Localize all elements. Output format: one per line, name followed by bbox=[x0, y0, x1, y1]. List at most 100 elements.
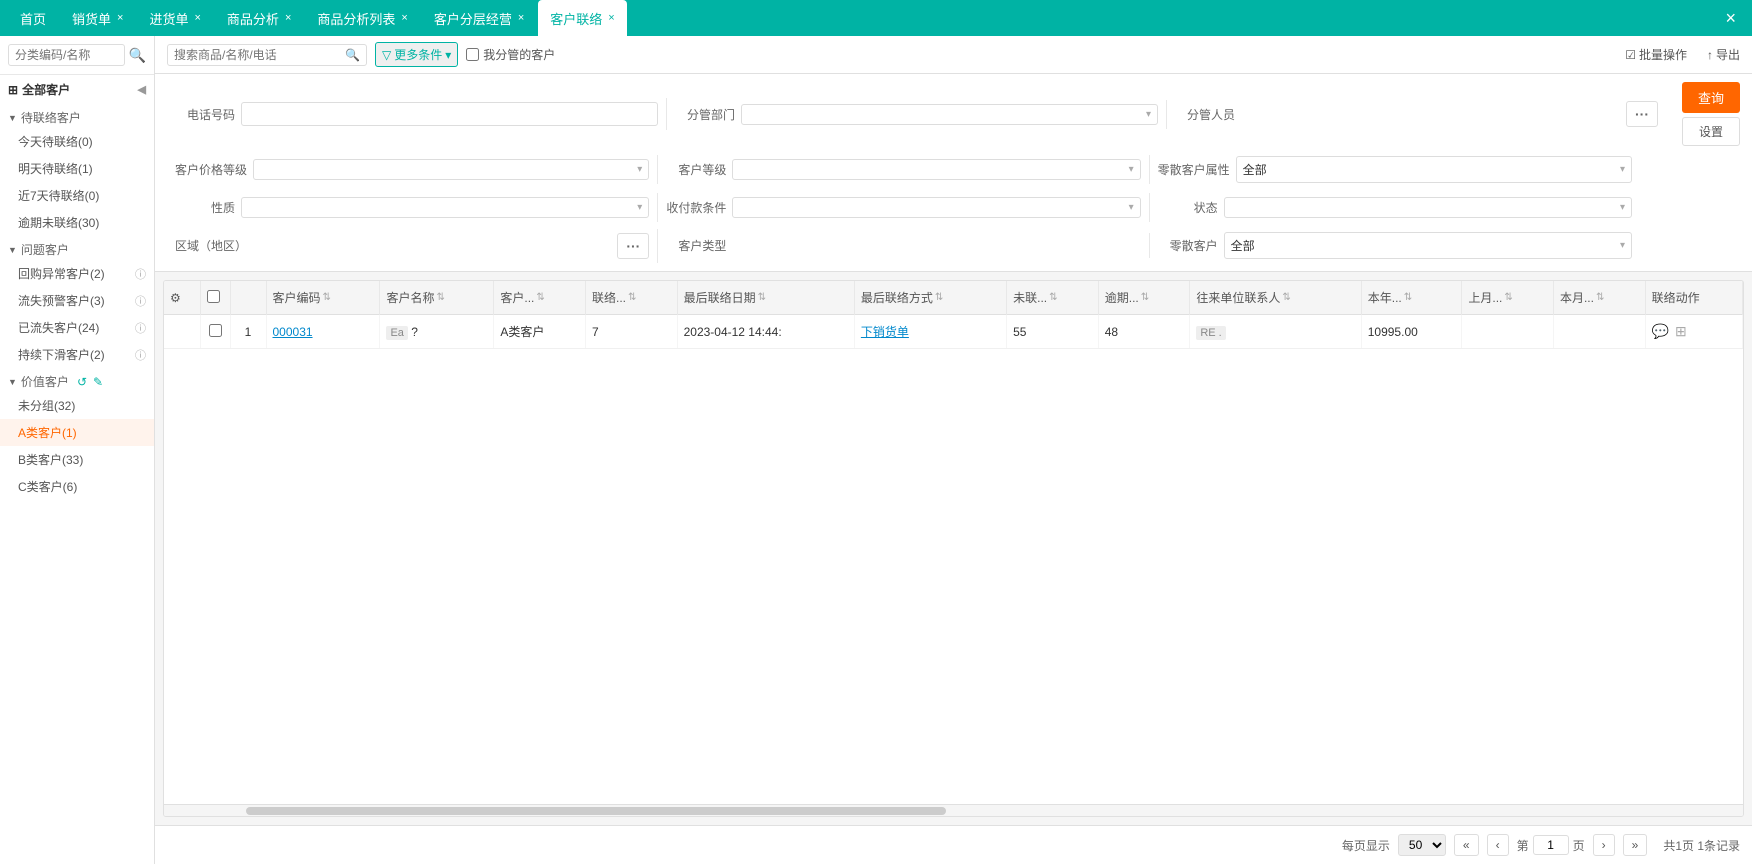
sidebar-group-pending[interactable]: ▼ 待联络客户 bbox=[0, 104, 154, 128]
customer-code-link[interactable]: 000031 bbox=[273, 325, 313, 339]
sidebar-group-problem[interactable]: ▼ 问题客户 bbox=[0, 236, 154, 260]
nav-tab-sales[interactable]: 销货单 × bbox=[60, 0, 135, 36]
my-customers-checkbox-label[interactable]: 我分管的客户 bbox=[466, 46, 555, 63]
more-action-icon[interactable]: ⊞ bbox=[1675, 323, 1687, 340]
close-all-tabs-button[interactable]: × bbox=[1717, 8, 1744, 29]
filter-search-input[interactable] bbox=[174, 48, 341, 62]
filter-sparse-attr-select[interactable]: 全部 bbox=[1236, 156, 1632, 183]
data-table-container: ⚙ 客户编码 ⇅ bbox=[163, 280, 1744, 817]
sidebar-item-ungrouped[interactable]: 未分组(32) bbox=[0, 392, 154, 419]
page-number-input[interactable] bbox=[1533, 835, 1569, 855]
sidebar-item-a-class[interactable]: A类客户(1) bbox=[0, 419, 154, 446]
close-contact-icon[interactable]: × bbox=[608, 12, 614, 24]
sidebar-item-churned[interactable]: 已流失客户(24)ⓘ bbox=[0, 314, 154, 341]
col-grade[interactable]: 客户... ⇅ bbox=[494, 281, 586, 315]
row-code-cell[interactable]: 000031 bbox=[266, 315, 380, 349]
filter-sparse-cust-select[interactable]: 全部 bbox=[1224, 232, 1632, 259]
close-segment-icon[interactable]: × bbox=[518, 12, 524, 24]
filter-phone-input[interactable] bbox=[241, 102, 658, 126]
prev-page-button[interactable]: ‹ bbox=[1487, 834, 1509, 856]
filter-nature-select[interactable] bbox=[241, 197, 649, 218]
page-size-select[interactable]: 50 bbox=[1398, 834, 1446, 856]
filter-cust-type-label: 客户类型 bbox=[666, 237, 726, 254]
row-overdue-cell: 48 bbox=[1098, 315, 1190, 349]
query-button[interactable]: 查询 bbox=[1682, 82, 1740, 113]
col-no-contact[interactable]: 未联... ⇅ bbox=[1007, 281, 1099, 315]
col-overdue[interactable]: 逾期... ⇅ bbox=[1098, 281, 1190, 315]
col-gear[interactable]: ⚙ bbox=[164, 281, 200, 315]
row-contact-cell: 7 bbox=[585, 315, 677, 349]
filter-search-box[interactable]: 🔍 bbox=[167, 44, 367, 66]
nav-tab-customer-segment[interactable]: 客户分层经营 × bbox=[422, 0, 536, 36]
col-this-year[interactable]: 本年... ⇅ bbox=[1361, 281, 1462, 315]
close-sales-icon[interactable]: × bbox=[117, 12, 123, 24]
nav-tab-purchase[interactable]: 进货单 × bbox=[137, 0, 212, 36]
sidebar-all-customers[interactable]: ⊞ 全部客户 ◀ bbox=[0, 75, 154, 104]
sidebar-collapse-icon[interactable]: ◀ bbox=[138, 83, 146, 96]
filter-region-dots-button[interactable]: ··· bbox=[617, 233, 649, 259]
edit-group-icon[interactable]: ✎ bbox=[93, 375, 103, 389]
sidebar-search-input[interactable] bbox=[8, 44, 125, 66]
adv-filter-row-3: 性质 收付款条件 状态 bbox=[167, 193, 1740, 222]
col-contact2[interactable]: 往来单位联系人 ⇅ bbox=[1190, 281, 1361, 315]
sidebar-item-c-class[interactable]: C类客户(6) bbox=[0, 473, 154, 500]
col-name[interactable]: 客户名称 ⇅ bbox=[380, 281, 494, 315]
sidebar-item-tomorrow[interactable]: 明天待联络(1) bbox=[0, 155, 154, 182]
more-filters-button[interactable]: ▽ 更多条件 ▾ bbox=[375, 42, 458, 67]
filter-dept-select[interactable] bbox=[741, 104, 1158, 125]
filter-price-grade-select[interactable] bbox=[253, 159, 649, 180]
export-button[interactable]: ↑ 导出 bbox=[1707, 46, 1740, 63]
first-page-button[interactable]: « bbox=[1454, 834, 1479, 856]
close-analysis-list-icon[interactable]: × bbox=[401, 12, 407, 24]
action-icons-group: 💬 ⊞ bbox=[1652, 323, 1736, 340]
sidebar-item-7days[interactable]: 近7天待联络(0) bbox=[0, 182, 154, 209]
row-check-cell[interactable] bbox=[200, 315, 230, 349]
filter-cust-grade-select[interactable] bbox=[732, 159, 1140, 180]
gear-icon[interactable]: ⚙ bbox=[170, 291, 181, 305]
sidebar-item-repurchase-abnormal[interactable]: 回购异常客户(2)ⓘ bbox=[0, 260, 154, 287]
col-contact[interactable]: 联络... ⇅ bbox=[585, 281, 677, 315]
col-code[interactable]: 客户编码 ⇅ bbox=[266, 281, 380, 315]
close-analysis-icon[interactable]: × bbox=[285, 12, 291, 24]
add-group-icon[interactable]: ↺ bbox=[77, 375, 87, 389]
sidebar-item-declining[interactable]: 持续下滑客户(2)ⓘ bbox=[0, 341, 154, 368]
col-last-way[interactable]: 最后联络方式 ⇅ bbox=[854, 281, 1006, 315]
select-all-checkbox[interactable] bbox=[207, 290, 220, 303]
filter-sparse-attr-arrow bbox=[1620, 164, 1625, 175]
row-last-way-cell[interactable]: 下销货单 bbox=[854, 315, 1006, 349]
sidebar-item-today[interactable]: 今天待联络(0) bbox=[0, 128, 154, 155]
sidebar-search-icon[interactable]: 🔍 bbox=[129, 47, 146, 64]
sidebar-item-b-class[interactable]: B类客户(33) bbox=[0, 446, 154, 473]
setting-button[interactable]: 设置 bbox=[1682, 117, 1740, 146]
col-last-date[interactable]: 最后联络日期 ⇅ bbox=[677, 281, 854, 315]
nav-tab-home[interactable]: 首页 bbox=[8, 0, 58, 36]
col-check[interactable] bbox=[200, 281, 230, 315]
nav-tab-customer-contact[interactable]: 客户联络 × bbox=[538, 0, 626, 36]
filter-status-label: 状态 bbox=[1158, 199, 1218, 216]
col-this-month[interactable]: 本月... ⇅ bbox=[1553, 281, 1645, 315]
tri-icon-problem: ▼ bbox=[8, 245, 17, 255]
filter-status-select[interactable] bbox=[1224, 197, 1632, 218]
last-way-link[interactable]: 下销货单 bbox=[861, 325, 909, 339]
nav-tab-analysis-list[interactable]: 商品分析列表 × bbox=[305, 0, 419, 36]
all-customers-label: 全部客户 bbox=[22, 81, 70, 98]
my-customers-checkbox[interactable] bbox=[466, 48, 479, 61]
next-page-button[interactable]: › bbox=[1593, 834, 1615, 856]
close-purchase-icon[interactable]: × bbox=[194, 12, 200, 24]
sidebar-item-churn-warning[interactable]: 流失预警客户(3)ⓘ bbox=[0, 287, 154, 314]
top-nav: 首页 销货单 × 进货单 × 商品分析 × 商品分析列表 × 客户分层经营 × … bbox=[0, 0, 1752, 36]
filter-person-dots-button[interactable]: ··· bbox=[1626, 101, 1658, 127]
last-page-button[interactable]: » bbox=[1623, 834, 1648, 856]
filter-nature-label: 性质 bbox=[175, 199, 235, 216]
sidebar-group-value[interactable]: ▼ 价值客户 ↺ ✎ bbox=[0, 368, 154, 392]
col-last-month[interactable]: 上月... ⇅ bbox=[1462, 281, 1554, 315]
sidebar-item-overdue[interactable]: 逾期未联络(30) bbox=[0, 209, 154, 236]
filter-search-icon[interactable]: 🔍 bbox=[345, 48, 360, 62]
batch-op-button[interactable]: ☑ 批量操作 bbox=[1625, 46, 1687, 63]
row-checkbox[interactable] bbox=[209, 324, 222, 337]
chat-action-icon[interactable]: 💬 bbox=[1652, 323, 1669, 340]
filter-payment-select[interactable] bbox=[732, 197, 1140, 218]
horizontal-scrollbar[interactable] bbox=[164, 804, 1743, 816]
nav-tab-analysis[interactable]: 商品分析 × bbox=[215, 0, 303, 36]
scroll-thumb[interactable] bbox=[246, 807, 946, 815]
